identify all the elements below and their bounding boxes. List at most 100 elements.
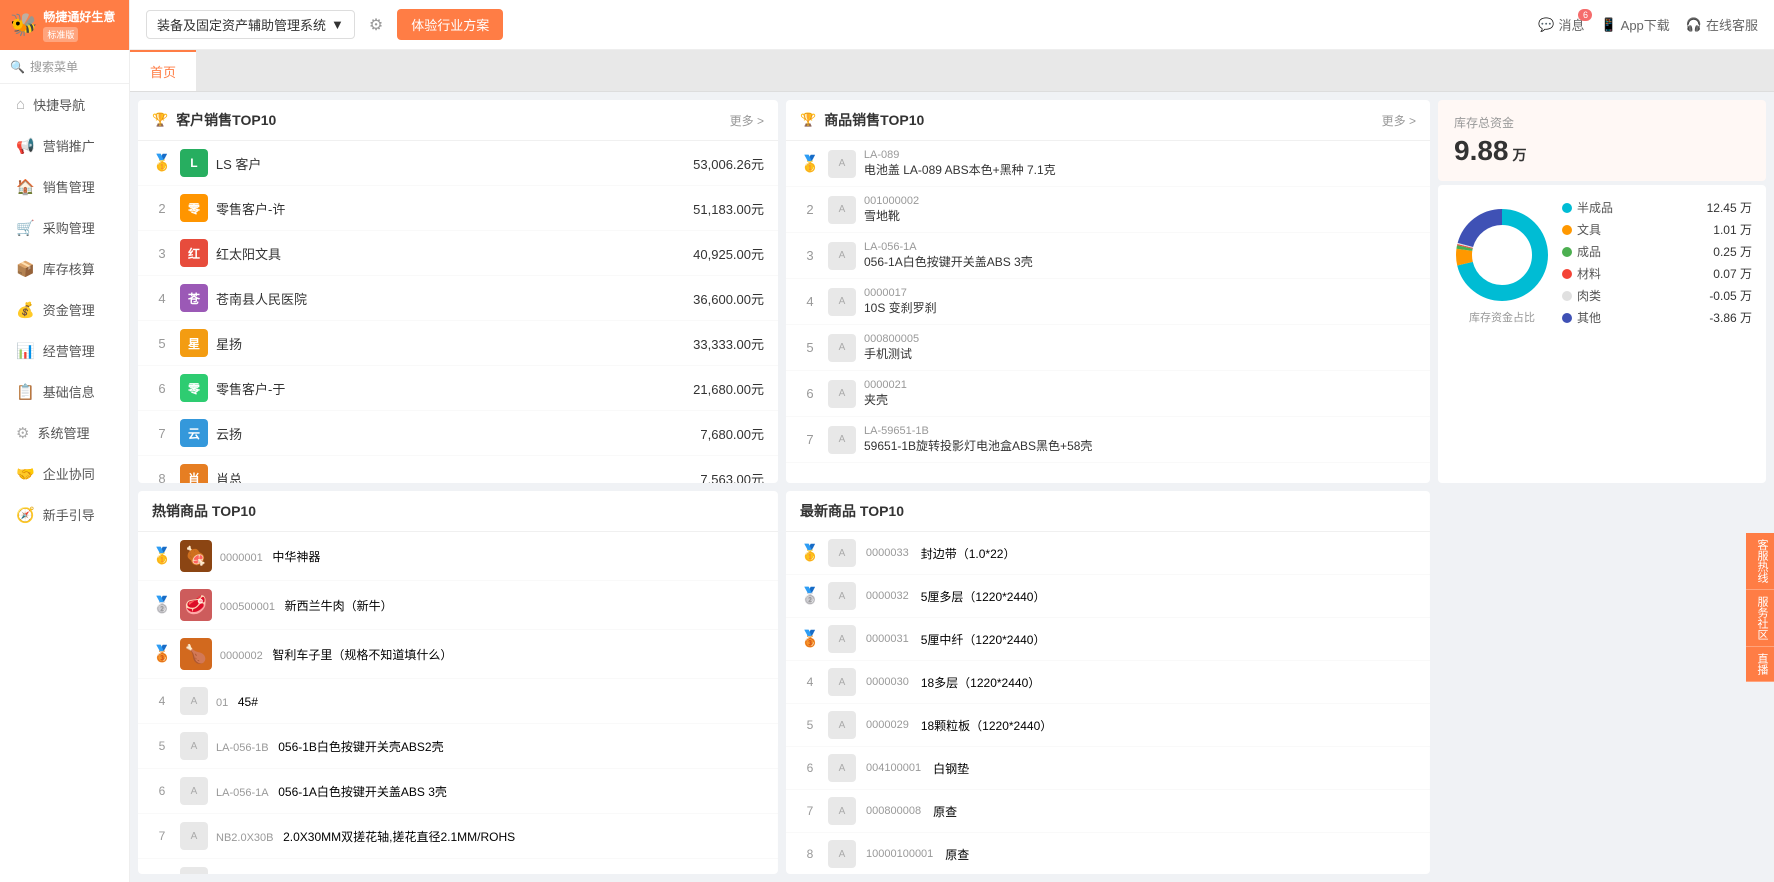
sidebar-item-finance[interactable]: 💰 资金管理 [0, 289, 129, 330]
medal3-icon: 🥇 [800, 154, 820, 174]
customer-rank-item: 2 零 零售客户-许 51,183.00元 [138, 186, 778, 231]
sidebar-item-purchase[interactable]: 🛒 采购管理 [0, 207, 129, 248]
rank5h-num: 5 [152, 739, 172, 753]
product-img: A [828, 582, 856, 610]
inventory-section: 库存总资金 9.88万 [1438, 100, 1766, 483]
newest-item: 4 A 0000030 18多层（1220*2440） [786, 661, 1430, 704]
product-img: A [180, 777, 208, 805]
rank-num: 8 [152, 471, 172, 484]
service-label: 在线客服 [1706, 15, 1758, 34]
sidebar-item-marketing[interactable]: 📢 营销推广 [0, 125, 129, 166]
product-panel-header: 🏆 商品销售TOP10 更多 > [786, 100, 1430, 141]
newest-code: 0000031 [866, 633, 909, 645]
product-info: 000800005 手机测试 [864, 333, 1416, 362]
guide-icon: 🧭 [16, 506, 35, 524]
sidebar-item-guide[interactable]: 🧭 新手引导 [0, 494, 129, 535]
donut-chart [1452, 205, 1552, 305]
system-icon: ⚙ [16, 424, 29, 442]
sidebar-item-sales[interactable]: 🏠 销售管理 [0, 166, 129, 207]
hot-code: LA-056-1A [216, 787, 269, 799]
product-img: A [180, 867, 208, 874]
product-rank-item: 5 A 000800005 手机测试 [786, 325, 1430, 371]
hot-item-info: 000500001 新西兰牛肉（新牛） [220, 597, 764, 614]
app-label: App下载 [1621, 15, 1670, 34]
legend-dot [1562, 269, 1572, 279]
hot-code: 0000002 [220, 650, 263, 662]
medal3b-icon: 🥉 [152, 644, 172, 664]
rank3-num: 3 [800, 248, 820, 263]
float-buttons: 客服热线 服务社区 直播 [1746, 533, 1774, 682]
legend-name: 其他 [1577, 309, 1704, 326]
sidebar-item-operations[interactable]: 📊 经营管理 [0, 330, 129, 371]
nav-label: 库存核算 [43, 259, 95, 278]
rank7h-num: 7 [152, 829, 172, 843]
customer-amount: 33,333.00元 [693, 334, 764, 353]
gear-button[interactable]: ⚙ [365, 11, 387, 39]
legend-item: 其他 -3.86 万 [1562, 309, 1752, 326]
product-rank-item: 🥇 A LA-089 电池盖 LA-089 ABS本色+黑种 7.1克 [786, 141, 1430, 187]
newest-item: 8 A 10000100001 原查 [786, 833, 1430, 874]
service-button[interactable]: 🎧 在线客服 [1686, 15, 1758, 34]
newest-code: 0000032 [866, 590, 909, 602]
sidebar-item-basic-info[interactable]: 📋 基础信息 [0, 371, 129, 412]
customer-service-btn[interactable]: 客服热线 [1746, 533, 1774, 590]
home-icon: ⌂ [16, 96, 25, 113]
nav-label: 营销推广 [43, 136, 95, 155]
trial-button[interactable]: 体验行业方案 [397, 9, 503, 40]
product-code: LA-056-1A [864, 241, 1416, 253]
system-selector[interactable]: 装备及固定资产辅助管理系统 ▼ [146, 10, 355, 39]
app-download-button[interactable]: 📱 App下载 [1600, 15, 1669, 34]
rank7n-num: 7 [800, 804, 820, 818]
message-button[interactable]: 💬 消息 6 [1538, 15, 1584, 34]
product-img: A [828, 380, 856, 408]
product-img: A [828, 196, 856, 224]
ops-icon: 📊 [16, 342, 35, 360]
product-see-more[interactable]: 更多 > [1382, 112, 1416, 129]
nav-label: 新手引导 [43, 505, 95, 524]
inventory-summary: 库存总资金 9.88万 [1438, 100, 1766, 181]
product-thumbnail: 🍗 [180, 638, 212, 670]
product-name: 电池盖 LA-089 ABS本色+黑种 7.1克 [864, 161, 1416, 178]
legend-dot [1562, 313, 1572, 323]
chart-content: 库存资金占比 半成品 12.45 万 文具 1.01 万 [1452, 199, 1752, 331]
customer-amount: 21,680.00元 [693, 379, 764, 398]
newest-products-panel: 最新商品 TOP10 🥇 A 0000033 封边带（1.0*22） 🥈 A 0… [786, 491, 1430, 874]
legend-dot [1562, 291, 1572, 301]
rank-num: 6 [152, 381, 172, 396]
page-content: 🏆 客户销售TOP10 更多 > 🥇 L LS 客户 53,006.26元 2 [130, 92, 1774, 882]
legend-name: 文具 [1577, 221, 1708, 238]
sidebar-item-inventory[interactable]: 📦 库存核算 [0, 248, 129, 289]
customer-panel-title: 客户销售TOP10 [176, 110, 276, 130]
donut-label: 库存资金占比 [1469, 309, 1535, 325]
inventory-title: 库存总资金 [1454, 114, 1750, 131]
sidebar-item-system[interactable]: ⚙ 系统管理 [0, 412, 129, 453]
customer-rank-item: 7 云 云扬 7,680.00元 [138, 411, 778, 456]
nav-label: 系统管理 [37, 423, 89, 442]
rank8n-num: 8 [800, 847, 820, 861]
product-code: LA-59651-1B [864, 425, 1416, 437]
product-thumbnail: 🥩 [180, 589, 212, 621]
customer-name: 红太阳文具 [216, 244, 685, 263]
rank4-num: 4 [800, 294, 820, 309]
hot-name: 45# [238, 695, 258, 709]
topbar-actions: 💬 消息 6 📱 App下载 🎧 在线客服 [1538, 15, 1758, 34]
tab-home[interactable]: 首页 [130, 50, 196, 91]
sidebar-search[interactable]: 🔍 搜索菜单 [0, 50, 129, 84]
sidebar-item-cooperation[interactable]: 🤝 企业协同 [0, 453, 129, 494]
legend-dot [1562, 225, 1572, 235]
community-btn[interactable]: 服务社区 [1746, 590, 1774, 647]
customer-rank-item: 5 星 星扬 33,333.00元 [138, 321, 778, 366]
legend-item: 成品 0.25 万 [1562, 243, 1752, 260]
sidebar-item-quick-nav[interactable]: ⌂ 快捷导航 [0, 84, 129, 125]
livestream-btn[interactable]: 直播 [1746, 647, 1774, 682]
bottom-right-space [1438, 491, 1766, 874]
hot-item: 🥈 🥩 000500001 新西兰牛肉（新牛） [138, 581, 778, 630]
hot-item-info: 0000011 12070519-xs [216, 874, 764, 875]
customer-rank-item: 6 零 零售客户-于 21,680.00元 [138, 366, 778, 411]
product-img: A [828, 539, 856, 567]
legend-value: -0.05 万 [1709, 287, 1752, 304]
rank7-num: 7 [800, 432, 820, 447]
hot-code: NB2.0X30B [216, 832, 273, 844]
customer-see-more[interactable]: 更多 > [730, 112, 764, 129]
product-info: 0000021 夹壳 [864, 379, 1416, 408]
